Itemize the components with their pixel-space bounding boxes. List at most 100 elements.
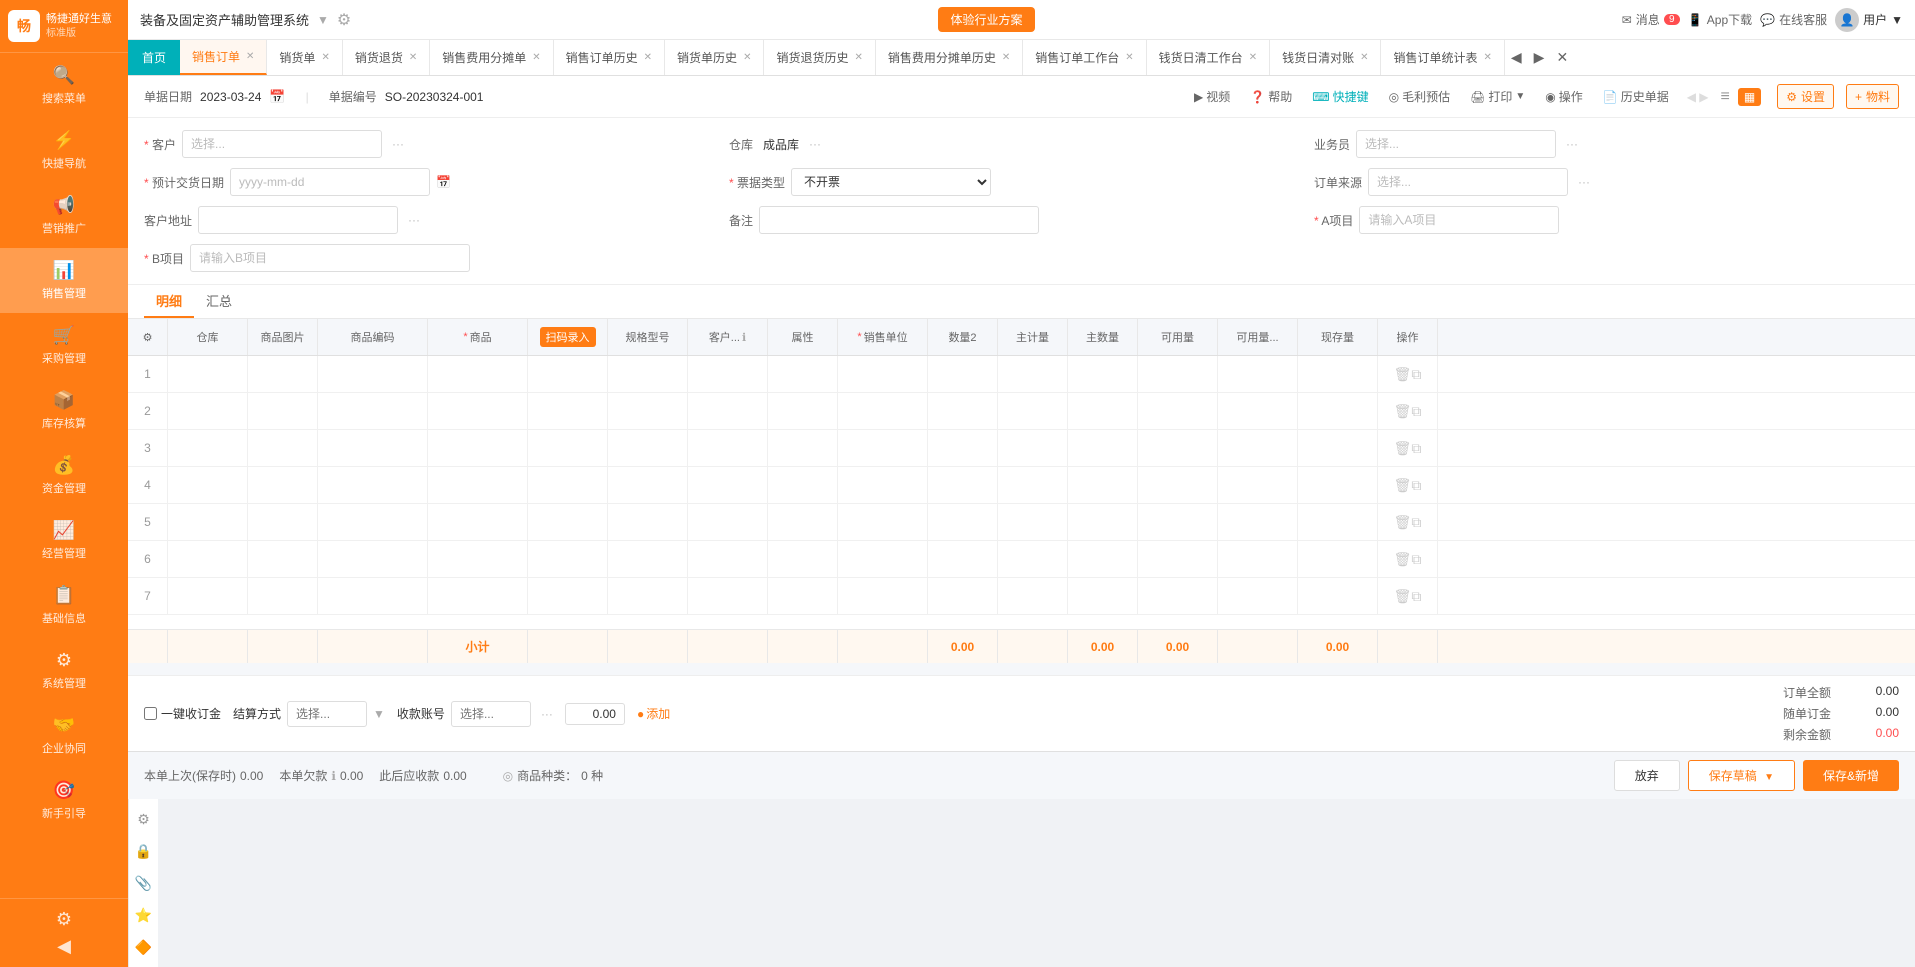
table-scrollbar[interactable]	[128, 663, 1915, 675]
tab-close-icon[interactable]: ✕	[1125, 52, 1133, 63]
operation-button[interactable]: ◉ 操作	[1539, 86, 1589, 107]
preview-button[interactable]: ▶ 视频	[1188, 86, 1236, 107]
user-info[interactable]: 👤 用户 ▼	[1835, 8, 1903, 32]
tab-reconcile[interactable]: 钱货日清对账 ✕	[1270, 40, 1381, 75]
warehouse-more-icon[interactable]: ···	[809, 137, 821, 151]
one-click-checkbox[interactable]	[144, 707, 157, 720]
tabs-next-button[interactable]: ▶	[1528, 49, 1551, 66]
tab-close-icon[interactable]: ✕	[1249, 52, 1257, 63]
td-qty2-1[interactable]	[928, 356, 998, 392]
delete-icon[interactable]: 🗑	[1394, 551, 1412, 568]
delete-icon[interactable]: 🗑	[1394, 440, 1412, 457]
tab-fee-split-history[interactable]: 销售费用分摊单历史 ✕	[876, 40, 1023, 75]
tab-close-icon[interactable]: ✕	[321, 52, 329, 63]
sidebar-item-quicknav[interactable]: ⚡ 快捷导航	[0, 118, 128, 183]
delivery-input[interactable]	[230, 168, 430, 196]
tab-close-icon[interactable]: ✕	[1002, 52, 1010, 63]
staff-more-icon[interactable]: ···	[1566, 137, 1578, 151]
app-download-button[interactable]: 📱 App下载	[1688, 11, 1752, 28]
right-panel-btn-5[interactable]: 🔶	[132, 935, 156, 959]
message-button[interactable]: ✉ 消息 9	[1622, 11, 1680, 28]
sidebar-item-system[interactable]: ⚙ 系统管理	[0, 638, 128, 703]
tab-close-icon[interactable]: ✕	[644, 52, 652, 63]
shortcut-button[interactable]: ⌨ 快捷键	[1306, 86, 1374, 107]
td-unit-1[interactable]	[838, 356, 928, 392]
a-project-input[interactable]	[1359, 206, 1559, 234]
tabs-prev-button[interactable]: ◀	[1505, 49, 1528, 66]
dropdown-icon[interactable]: ▼	[317, 13, 329, 27]
tab-sales-order[interactable]: 销售订单 ✕	[180, 40, 267, 75]
tab-return[interactable]: 销货退货 ✕	[343, 40, 430, 75]
right-panel-btn-1[interactable]: ⚙	[132, 807, 156, 831]
discard-button[interactable]: 放弃	[1614, 760, 1680, 791]
history-button[interactable]: 📄 历史单据	[1597, 86, 1675, 107]
order-source-input[interactable]	[1368, 168, 1568, 196]
sidebar-item-finance[interactable]: 💰 资金管理	[0, 443, 128, 508]
address-input[interactable]	[198, 206, 398, 234]
tab-stats[interactable]: 销售订单统计表 ✕	[1381, 40, 1504, 75]
gear-settings-icon[interactable]: ⚙	[143, 331, 153, 344]
info-icon[interactable]: ℹ	[742, 331, 746, 344]
td-attr-1[interactable]	[768, 356, 838, 392]
delete-icon[interactable]: 🗑	[1394, 366, 1412, 383]
industry-plan-button[interactable]: 体验行业方案	[938, 7, 1034, 32]
copy-icon[interactable]: ⧉	[1411, 440, 1421, 457]
delete-icon[interactable]: 🗑	[1394, 588, 1412, 605]
profit-button[interactable]: ◎ 毛利预估	[1383, 86, 1457, 107]
delivery-calendar-icon[interactable]: 📅	[436, 175, 451, 189]
td-warehouse-1[interactable]	[168, 356, 248, 392]
right-panel-btn-2[interactable]: 🔒	[132, 839, 156, 863]
add-button[interactable]: ● 添加	[637, 705, 670, 722]
td-customer-1[interactable]	[688, 356, 768, 392]
tab-close-icon[interactable]: ✕	[854, 52, 862, 63]
customer-more-icon[interactable]: ···	[392, 137, 404, 151]
tab-sales-slip[interactable]: 销货单 ✕	[267, 40, 342, 75]
tab-daily-clear[interactable]: 钱货日清工作台 ✕	[1147, 40, 1270, 75]
help-button[interactable]: ❓ 帮助	[1244, 86, 1298, 107]
online-service-button[interactable]: 💬 在线客服	[1760, 11, 1827, 28]
delete-icon[interactable]: 🗑	[1394, 403, 1412, 420]
one-click-checkbox-label[interactable]: 一键收订金	[144, 705, 221, 722]
td-spec-1[interactable]	[608, 356, 688, 392]
sidebar-item-inventory[interactable]: 📦 库存核算	[0, 378, 128, 443]
save-draft-button[interactable]: 保存草稿 ▼	[1688, 760, 1795, 791]
list-view-icon[interactable]: ≡	[1721, 88, 1730, 106]
remark-input[interactable]	[759, 206, 1039, 234]
address-more-icon[interactable]: ···	[408, 213, 420, 227]
settings-icon[interactable]: ⚙	[337, 10, 351, 30]
delete-icon[interactable]: 🗑	[1394, 477, 1412, 494]
td-product-1[interactable]	[428, 356, 528, 392]
ticket-select[interactable]: 不开票	[791, 168, 991, 196]
td-code-1[interactable]	[318, 356, 428, 392]
tab-close-icon[interactable]: ✕	[409, 52, 417, 63]
calendar-icon[interactable]: 📅	[269, 89, 285, 105]
tab-fee-split[interactable]: 销售费用分摊单 ✕	[430, 40, 553, 75]
tab-close-icon[interactable]: ✕	[1484, 52, 1492, 63]
account-input[interactable]	[451, 701, 531, 727]
tab-home[interactable]: 首页	[128, 40, 180, 75]
sidebar-settings-icon[interactable]: ⚙	[56, 909, 72, 930]
sidebar-item-guide[interactable]: 🎯 新手引导	[0, 768, 128, 833]
th-scan[interactable]: 扫码录入	[528, 319, 608, 355]
customer-input[interactable]	[182, 130, 382, 158]
delete-icon[interactable]: 🗑	[1394, 514, 1412, 531]
tab-return-history[interactable]: 销货退货历史 ✕	[764, 40, 875, 75]
copy-icon[interactable]: ⧉	[1411, 551, 1421, 568]
add-material-button[interactable]: + 物料	[1846, 84, 1899, 109]
sidebar-item-basic-info[interactable]: 📋 基础信息	[0, 573, 128, 638]
tabs-menu-button[interactable]: ✕	[1550, 49, 1574, 66]
sidebar-item-operations[interactable]: 📈 经营管理	[0, 508, 128, 573]
tab-workbench[interactable]: 销售订单工作台 ✕	[1023, 40, 1146, 75]
tab-close-icon[interactable]: ✕	[532, 52, 540, 63]
account-more-icon[interactable]: ···	[541, 707, 553, 721]
tab-slip-history[interactable]: 销货单历史 ✕	[665, 40, 764, 75]
copy-icon[interactable]: ⧉	[1411, 477, 1421, 494]
sub-tab-detail[interactable]: 明细	[144, 285, 194, 318]
copy-icon[interactable]: ⧉	[1411, 588, 1421, 605]
grid-view-icon[interactable]: ▦	[1738, 88, 1761, 106]
sidebar-item-search[interactable]: 🔍 搜索菜单	[0, 53, 128, 118]
payment-dropdown-icon[interactable]: ▼	[373, 707, 385, 721]
sub-tab-summary[interactable]: 汇总	[194, 285, 244, 318]
b-project-input[interactable]	[190, 244, 470, 272]
settings-button[interactable]: ⚙ 设置	[1777, 84, 1834, 109]
